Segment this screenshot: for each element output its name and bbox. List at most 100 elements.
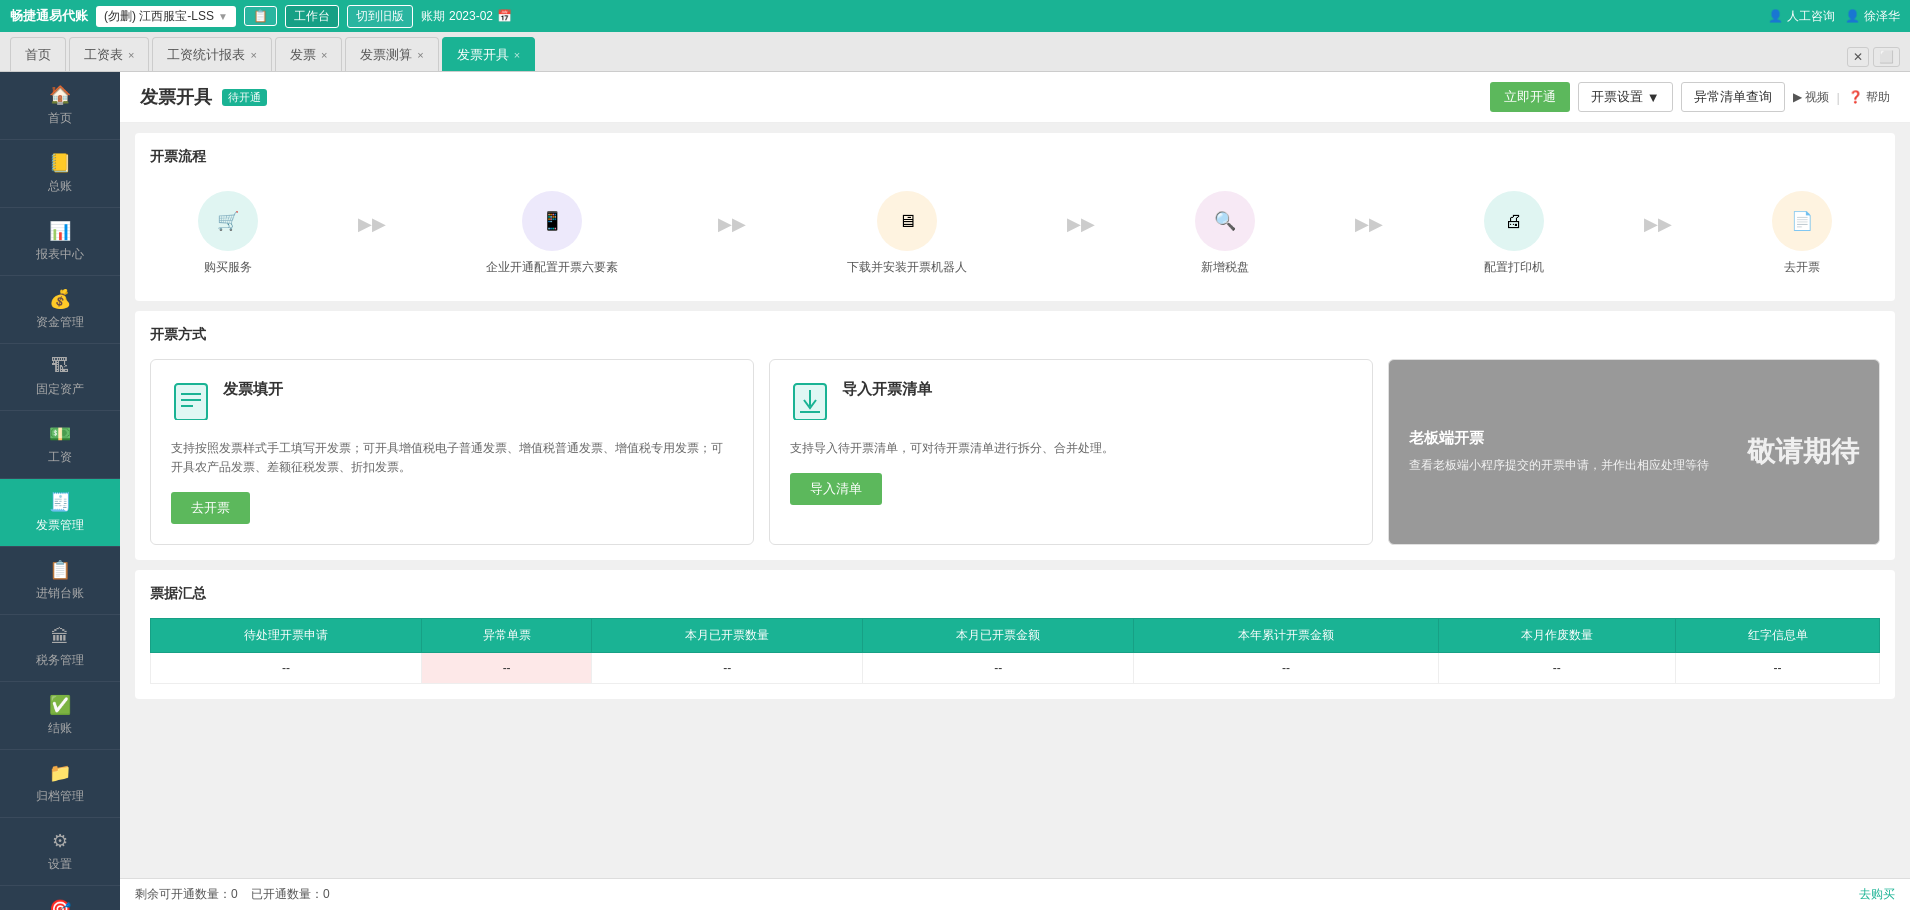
period-label: 账期	[421, 8, 445, 25]
dropdown-arrow-icon: ▼	[1647, 90, 1660, 105]
summary-header-4: 本年累计开票金额	[1134, 619, 1438, 653]
page-header-actions: 立即开通 开票设置 ▼ 异常清单查询 ▶ 视频 | ❓ 帮助	[1490, 82, 1890, 112]
summary-cell-1: --	[421, 653, 591, 684]
flow-step-4: 🔍 新增税盘	[1195, 191, 1255, 276]
tab-invoice[interactable]: 发票 ×	[275, 37, 342, 71]
company-selector[interactable]: (勿删) 江西服宝-LSS ▼	[96, 6, 236, 27]
tab-bar: 首页 工资表 × 工资统计报表 × 发票 × 发票测算 × 发票开具 × ✕ ⬜	[0, 32, 1910, 72]
switch-old-button[interactable]: 切到旧版	[347, 5, 413, 28]
top-bar-left: 畅捷通易代账 (勿删) 江西服宝-LSS ▼ 📋 工作台 切到旧版 账期 202…	[10, 5, 512, 28]
help-button[interactable]: ❓ 帮助	[1848, 89, 1890, 106]
go-issue-button[interactable]: 去开票	[171, 492, 250, 524]
tab-payroll[interactable]: 工资表 ×	[69, 37, 149, 71]
video-button[interactable]: ▶ 视频	[1793, 89, 1829, 106]
summary-cell-0: --	[151, 653, 422, 684]
tab-payroll-close[interactable]: ×	[128, 49, 134, 61]
sidebar-checkout-label: 结账	[48, 720, 72, 737]
main-layout: 🏠 首页 📒 总账 📊 报表中心 💰 资金管理 🏗 固定资产 💵 工资 🧾 发票…	[0, 72, 1910, 910]
sidebar-purchase-label: 进销台账	[36, 585, 84, 602]
sidebar-ledger-label: 总账	[48, 178, 72, 195]
abnormal-query-button[interactable]: 异常清单查询	[1681, 82, 1785, 112]
flow-step-2-icon: 📱	[522, 191, 582, 251]
buy-link[interactable]: 去购买	[1859, 886, 1895, 903]
sidebar-item-home[interactable]: 🏠 首页	[0, 72, 120, 140]
app-logo: 畅捷通易代账	[10, 7, 88, 25]
period-selector[interactable]: 账期 2023-02 📅	[421, 8, 512, 25]
tab-invoice-calc-close[interactable]: ×	[417, 49, 423, 61]
summary-cell-2: --	[592, 653, 863, 684]
flow-step-1: 🛒 购买服务	[198, 191, 258, 276]
tab-payroll-report[interactable]: 工资统计报表 ×	[152, 37, 271, 71]
tab-payroll-report-close[interactable]: ×	[250, 49, 256, 61]
flow-step-2-label: 企业开通配置开票六要素	[486, 259, 618, 276]
restore-tab-btn[interactable]: ⬜	[1873, 47, 1900, 67]
tab-invoice-calc-label: 发票测算	[360, 46, 412, 64]
sidebar-item-tax[interactable]: 🏛 税务管理	[0, 615, 120, 682]
assets-icon: 🏗	[51, 356, 69, 377]
sidebar-item-archive[interactable]: 📁 归档管理	[0, 750, 120, 818]
copy-button[interactable]: 📋	[244, 6, 277, 26]
sidebar-assets-label: 固定资产	[36, 381, 84, 398]
help-label: 帮助	[1866, 89, 1890, 106]
sidebar-item-purchase[interactable]: 📋 进销台账	[0, 547, 120, 615]
company-name: (勿删) 江西服宝-LSS	[104, 8, 214, 25]
ledger-icon: 📒	[49, 152, 71, 174]
tab-invoice-issue-close[interactable]: ×	[514, 49, 520, 61]
close-tab-btn[interactable]: ✕	[1847, 47, 1869, 67]
checkout-icon: ✅	[49, 694, 71, 716]
open-now-button[interactable]: 立即开通	[1490, 82, 1570, 112]
method-card-import-text: 导入开票清单	[842, 380, 932, 403]
top-bar: 畅捷通易代账 (勿删) 江西服宝-LSS ▼ 📋 工作台 切到旧版 账期 202…	[0, 0, 1910, 32]
sidebar-invoice-label: 发票管理	[36, 517, 84, 534]
flow-steps: 🛒 购买服务 ▶▶ 📱 企业开通配置开票六要素 ▶▶ 🖥 下载并安装	[150, 181, 1880, 286]
sidebar-reports-label: 报表中心	[36, 246, 84, 263]
tab-invoice-issue[interactable]: 发票开具 ×	[442, 37, 535, 71]
import-list-button[interactable]: 导入清单	[790, 473, 882, 505]
summary-section: 票据汇总 待处理开票申请 异常单票 本月已开票数量 本月已开票金额 本年累计开票…	[135, 570, 1895, 699]
method-card-manual-desc: 支持按照发票样式手工填写开发票；可开具增值税电子普通发票、增值税普通发票、增值税…	[171, 439, 733, 477]
sidebar-item-assets[interactable]: 🏗 固定资产	[0, 344, 120, 411]
tab-home[interactable]: 首页	[10, 37, 66, 71]
flow-arrow-1: ▶▶	[353, 213, 391, 235]
open-settings-button[interactable]: 开票设置 ▼	[1578, 82, 1673, 112]
method-card-import-desc: 支持导入待开票清单，可对待开票清单进行拆分、合并处理。	[790, 439, 1352, 458]
method-card-manual-icon	[171, 380, 211, 427]
flow-step-3-label: 下载并安装开票机器人	[847, 259, 967, 276]
page-title: 发票开具	[140, 85, 212, 109]
summary-cell-5: --	[1438, 653, 1675, 684]
sidebar-item-reports[interactable]: 📊 报表中心	[0, 208, 120, 276]
flow-title: 开票流程	[150, 148, 1880, 166]
calendar-icon: 📅	[497, 9, 512, 23]
flow-step-5-label: 配置打印机	[1484, 259, 1544, 276]
company-dropdown-arrow: ▼	[218, 11, 228, 22]
flow-arrow-3: ▶▶	[1062, 213, 1100, 235]
method-card-manual: 发票填开 支持按照发票样式手工填写开发票；可开具增值税电子普通发票、增值税普通发…	[150, 359, 754, 545]
purchase-icon: 📋	[49, 559, 71, 581]
video-icon: ▶	[1793, 90, 1802, 104]
home-icon: 🏠	[49, 84, 71, 106]
period-value: 2023-02	[449, 9, 493, 23]
summary-cell-6: --	[1676, 653, 1880, 684]
sidebar-item-invoice[interactable]: 🧾 发票管理	[0, 479, 120, 547]
flow-step-2: 📱 企业开通配置开票六要素	[486, 191, 618, 276]
guide-icon: 🎯	[49, 898, 71, 910]
tab-invoice-close[interactable]: ×	[321, 49, 327, 61]
workspace-button[interactable]: 工作台	[285, 5, 339, 28]
user-info[interactable]: 👤 徐泽华	[1845, 8, 1900, 25]
tab-payroll-report-label: 工资统计报表	[167, 46, 245, 64]
support-link[interactable]: 👤 人工咨询	[1768, 8, 1835, 25]
status-badge: 待开通	[222, 89, 267, 106]
flow-step-6: 📄 去开票	[1772, 191, 1832, 276]
summary-title: 票据汇总	[150, 585, 1880, 603]
sidebar-item-guide[interactable]: 🎯 新手引导	[0, 886, 120, 910]
flow-arrow-2: ▶▶	[713, 213, 751, 235]
sidebar-item-ledger[interactable]: 📒 总账	[0, 140, 120, 208]
invoice-icon: 🧾	[49, 491, 71, 513]
sidebar-item-settings[interactable]: ⚙ 设置	[0, 818, 120, 886]
sidebar-item-funds[interactable]: 💰 资金管理	[0, 276, 120, 344]
method-card-manual-title: 发票填开	[223, 380, 283, 399]
sidebar-item-payroll[interactable]: 💵 工资	[0, 411, 120, 479]
sidebar-item-checkout[interactable]: ✅ 结账	[0, 682, 120, 750]
tab-invoice-calc[interactable]: 发票测算 ×	[345, 37, 438, 71]
help-icon: ❓	[1848, 90, 1863, 104]
